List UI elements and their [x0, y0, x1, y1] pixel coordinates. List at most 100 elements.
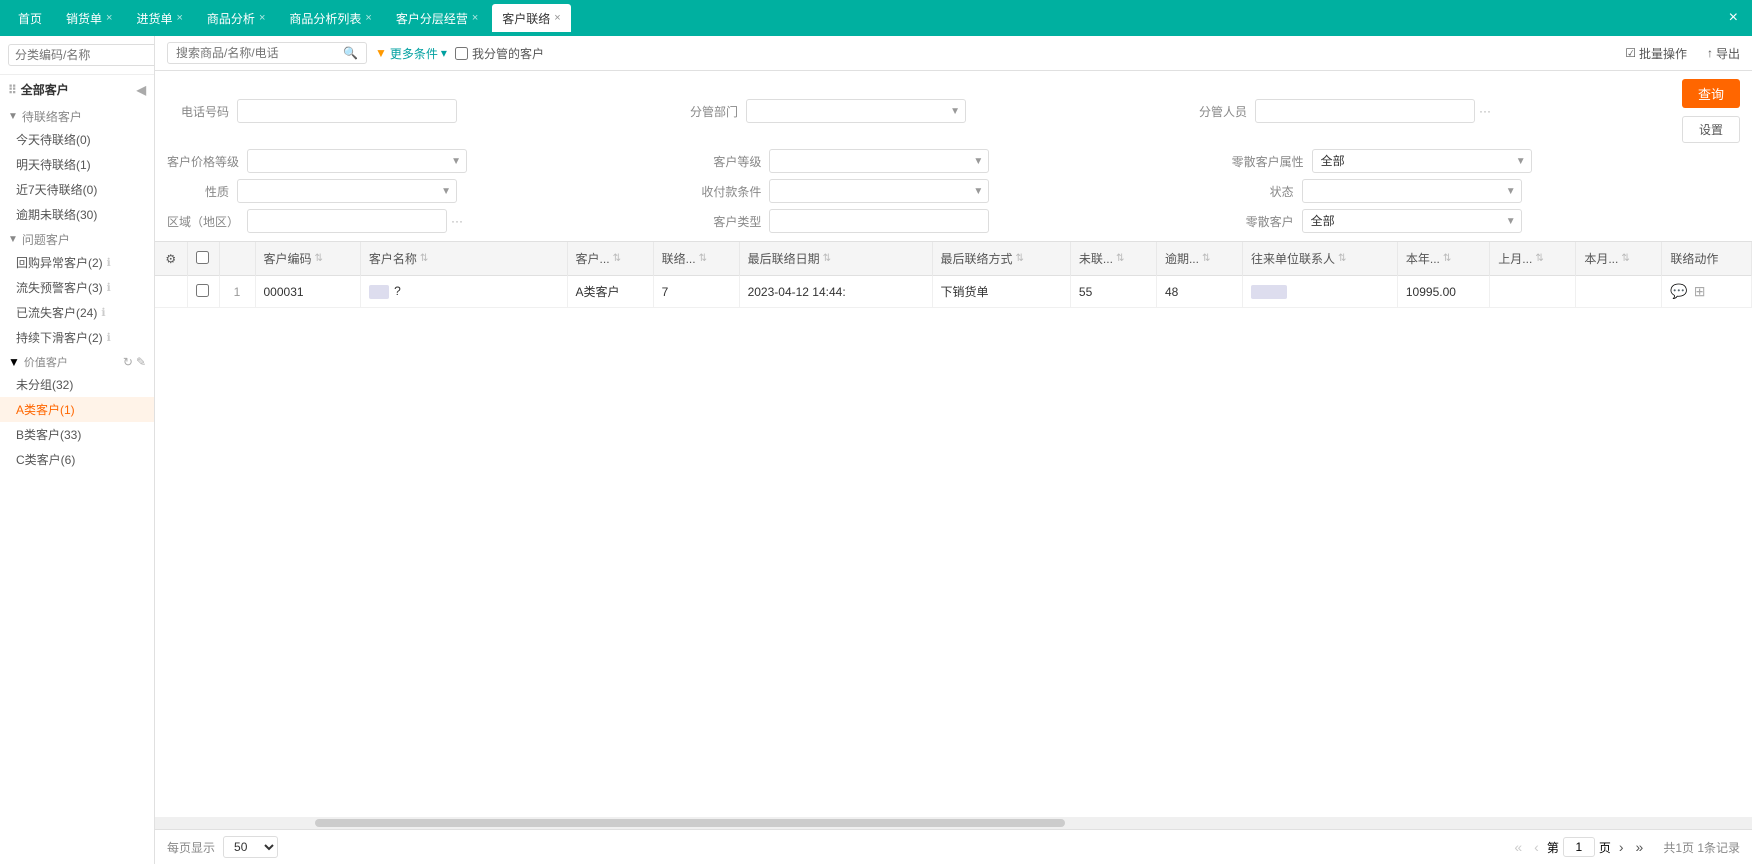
- sidebar-item-declining[interactable]: 持续下滑客户(2) ℹ: [0, 325, 154, 350]
- payment-select[interactable]: [769, 179, 989, 203]
- main-search-input[interactable]: [176, 46, 339, 60]
- sort-this-month-icon[interactable]: ⇅: [1621, 253, 1629, 264]
- nav-analysis-list[interactable]: 商品分析列表 ×: [279, 4, 381, 32]
- qr-icon[interactable]: ⊞: [1694, 283, 1706, 300]
- person-more-btn[interactable]: ···: [1479, 104, 1491, 118]
- nav-purchase[interactable]: 进货单 ×: [126, 4, 192, 32]
- sort-unit-icon[interactable]: ⇅: [1338, 253, 1346, 264]
- row-unit-contact-cell: [1242, 276, 1397, 308]
- sidebar-item-7days[interactable]: 近7天待联络(0): [0, 177, 154, 202]
- status-select[interactable]: [1302, 179, 1522, 203]
- next-page-button[interactable]: ›: [1615, 837, 1628, 857]
- last-page-button[interactable]: »: [1632, 837, 1648, 857]
- field-customer-level: 客户等级 ▼: [699, 149, 1207, 173]
- scrollbar-thumb[interactable]: [315, 819, 1065, 827]
- col-contact-count: 联络... ⇅: [653, 242, 739, 276]
- sidebar-item-churned[interactable]: 已流失客户(24) ℹ: [0, 300, 154, 325]
- nav-analysis[interactable]: 商品分析 ×: [197, 4, 275, 32]
- close-sales-icon[interactable]: ×: [106, 12, 112, 24]
- field-status: 状态 ▼: [1232, 179, 1740, 203]
- col-this-month: 本月... ⇅: [1576, 242, 1662, 276]
- customer-level-select[interactable]: [769, 149, 989, 173]
- person-input[interactable]: [1255, 99, 1475, 123]
- sort-date-icon[interactable]: ⇅: [823, 253, 831, 264]
- sidebar-item-today[interactable]: 今天待联络(0): [0, 127, 154, 152]
- query-button[interactable]: 查询: [1682, 79, 1740, 108]
- row-num-cell: 1: [219, 276, 255, 308]
- sort-no-contact-icon[interactable]: ⇅: [1116, 253, 1124, 264]
- chat-icon[interactable]: 💬: [1670, 283, 1687, 300]
- nav-customer-segment[interactable]: 客户分层经营 ×: [386, 4, 488, 32]
- sidebar-item-churn-warning[interactable]: 流失预警客户(3) ℹ: [0, 275, 154, 300]
- row-last-date-cell: 2023-04-12 14:44:: [739, 276, 932, 308]
- sidebar: 🔍 ⠿ 全部客户 ◀ ▼ 待联络客户 今天待联络(0) 明天待联络(1) 近7天…: [0, 36, 155, 864]
- sort-last-month-icon[interactable]: ⇅: [1535, 253, 1543, 264]
- retail-customer-select[interactable]: 全部: [1302, 209, 1522, 233]
- sidebar-item-c-class[interactable]: C类客户(6): [0, 447, 154, 472]
- col-last-contact-way: 最后联络方式 ⇅: [932, 242, 1070, 276]
- sidebar-item-tomorrow[interactable]: 明天待联络(1): [0, 152, 154, 177]
- my-customers-checkbox[interactable]: [455, 47, 468, 60]
- value-group-actions: ↻ ✎: [123, 355, 146, 369]
- main-search-icon[interactable]: 🔍: [343, 46, 358, 60]
- page-number-input[interactable]: [1563, 837, 1595, 857]
- sidebar-item-repurchase-abnormal[interactable]: 回购异常客户(2) ℹ: [0, 250, 154, 275]
- collapse-icon[interactable]: ◀: [137, 83, 146, 97]
- batch-icon: ☑: [1625, 46, 1636, 60]
- price-level-select[interactable]: [247, 149, 467, 173]
- row-this-month-cell: [1576, 276, 1662, 308]
- dept-select[interactable]: [746, 99, 966, 123]
- sidebar-item-a-class[interactable]: A类客户(1): [0, 397, 154, 422]
- gear-icon[interactable]: ⚙: [165, 252, 176, 266]
- nav-sales[interactable]: 销货单 ×: [56, 4, 122, 32]
- arrow-value: ▼: [8, 355, 20, 369]
- row-checkbox[interactable]: [196, 284, 209, 297]
- sidebar-search-input[interactable]: [8, 44, 155, 66]
- sidebar-item-ungrouped[interactable]: 未分组(32): [0, 372, 154, 397]
- customer-type-input[interactable]: [769, 209, 989, 233]
- nav-home[interactable]: 首页: [8, 4, 52, 32]
- prev-page-button[interactable]: ‹: [1530, 837, 1543, 857]
- export-button[interactable]: ↑ 导出: [1707, 45, 1740, 62]
- close-contact-icon[interactable]: ×: [554, 12, 560, 24]
- sort-overdue-icon[interactable]: ⇅: [1202, 253, 1210, 264]
- more-filters-button[interactable]: ▼ 更多条件 ▾: [375, 45, 447, 62]
- sort-name-icon[interactable]: ⇅: [420, 253, 428, 264]
- last-way-link[interactable]: 下销货单: [941, 285, 989, 299]
- table-area: ⚙ 客户编码 ⇅: [155, 242, 1752, 817]
- edit-group-icon[interactable]: ✎: [136, 355, 146, 369]
- settings-button[interactable]: 设置: [1682, 116, 1740, 143]
- sidebar-item-b-class[interactable]: B类客户(33): [0, 422, 154, 447]
- close-segment-icon[interactable]: ×: [472, 12, 478, 24]
- refresh-icon[interactable]: ↻: [123, 355, 133, 369]
- row-this-year-cell: 10995.00: [1397, 276, 1489, 308]
- close-purchase-icon[interactable]: ×: [176, 12, 182, 24]
- page-size-select[interactable]: 50 100 200: [223, 836, 278, 858]
- retail-attr-select[interactable]: 全部: [1312, 149, 1532, 173]
- nature-select[interactable]: [237, 179, 457, 203]
- sort-contact-icon[interactable]: ⇅: [699, 253, 707, 264]
- top-nav: 首页 销货单 × 进货单 × 商品分析 × 商品分析列表 × 客户分层经营 × …: [0, 0, 1752, 36]
- sort-type-icon[interactable]: ⇅: [613, 253, 621, 264]
- page-of-label: 页: [1599, 839, 1611, 856]
- nav-customer-contact[interactable]: 客户联络 ×: [492, 4, 570, 32]
- sidebar-item-overdue[interactable]: 逾期未联络(30): [0, 202, 154, 227]
- region-input[interactable]: [247, 209, 447, 233]
- close-analysis-list-icon[interactable]: ×: [365, 12, 371, 24]
- sidebar-all-customers[interactable]: ⠿ 全部客户 ◀: [0, 75, 154, 104]
- select-all-checkbox[interactable]: [196, 251, 209, 264]
- arrow-pending: ▼: [8, 111, 18, 122]
- info-icon-3: ℹ: [101, 306, 105, 319]
- region-more-btn[interactable]: ···: [451, 214, 463, 228]
- grid-icon: ⠿: [8, 83, 17, 97]
- batch-operation-button[interactable]: ☑ 批量操作: [1625, 45, 1687, 62]
- close-analysis-icon[interactable]: ×: [259, 12, 265, 24]
- sort-code-icon[interactable]: ⇅: [315, 253, 323, 264]
- sort-way-icon[interactable]: ⇅: [1016, 253, 1024, 264]
- phone-input[interactable]: [237, 99, 457, 123]
- first-page-button[interactable]: «: [1510, 837, 1526, 857]
- table-row: 1 000031 ? A类客户 7 2023-04-12 14:44: 下销货单…: [155, 276, 1752, 308]
- horizontal-scrollbar[interactable]: [155, 817, 1752, 829]
- sort-year-icon[interactable]: ⇅: [1443, 253, 1451, 264]
- close-all-button[interactable]: ×: [1723, 9, 1744, 27]
